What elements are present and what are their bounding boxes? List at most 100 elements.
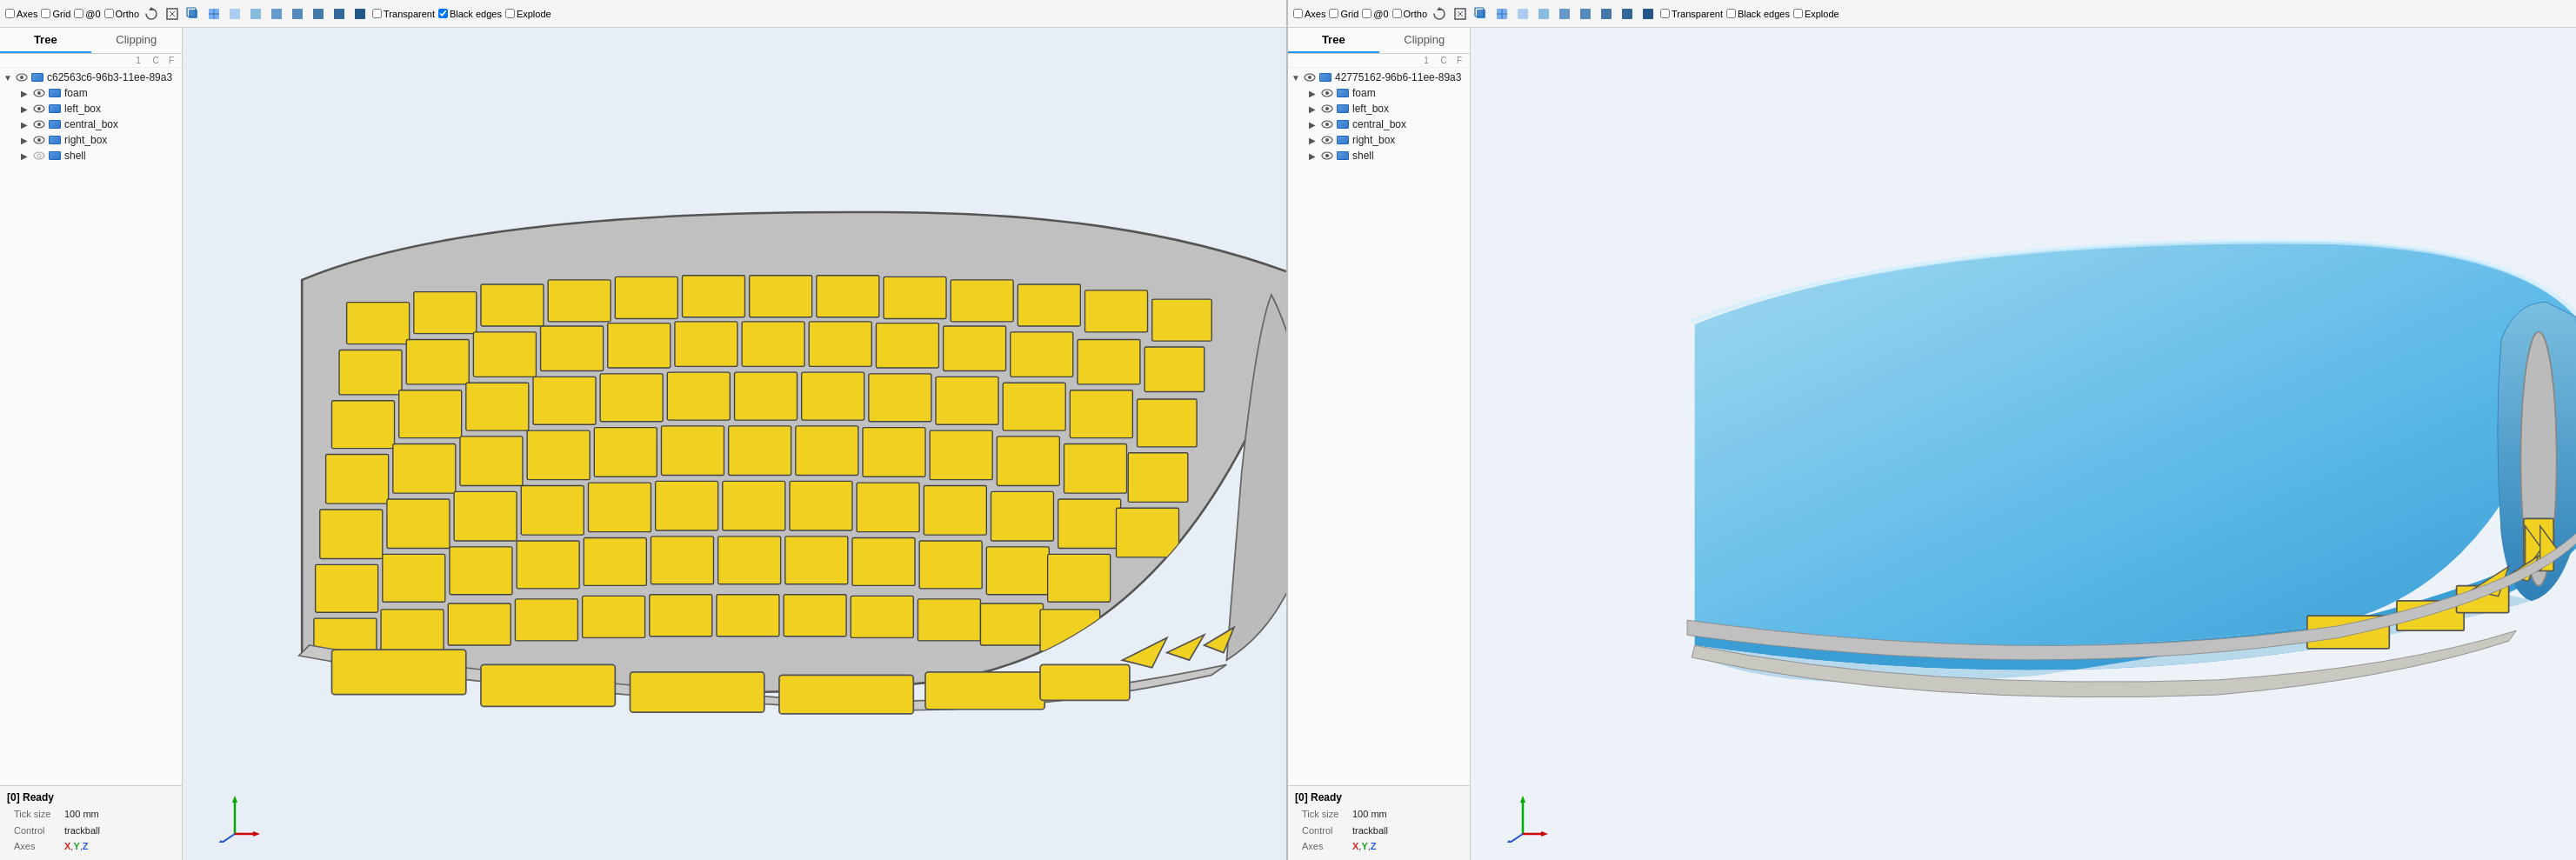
left-view1-icon[interactable] — [226, 5, 244, 23]
right-ortho-checkbox[interactable]: Ortho — [1392, 9, 1428, 19]
right-tree-root-eye-icon[interactable] — [1304, 71, 1316, 83]
left-tree-foam-expand[interactable]: ▶ — [21, 89, 31, 98]
right-tab-tree[interactable]: Tree — [1288, 28, 1379, 53]
left-tree-rightbox-expand[interactable]: ▶ — [21, 136, 31, 145]
left-grid-input[interactable] — [41, 9, 50, 18]
right-view5-icon[interactable] — [1598, 5, 1615, 23]
right-transparent-input[interactable] — [1660, 9, 1670, 18]
left-view7-icon[interactable] — [351, 5, 369, 23]
left-rotate-icon[interactable] — [143, 5, 160, 23]
left-grid-checkbox[interactable]: Grid — [41, 9, 70, 19]
right-axes-checkbox[interactable]: Axes — [1293, 9, 1325, 19]
left-fit-icon[interactable] — [164, 5, 181, 23]
right-view6-icon[interactable] — [1618, 5, 1636, 23]
svg-marker-170 — [1520, 796, 1525, 803]
right-tree-item-left-box[interactable]: ▶ left_box — [1288, 101, 1470, 117]
left-axes-input[interactable] — [5, 9, 15, 18]
right-tree-foam-eye-icon[interactable] — [1321, 87, 1333, 99]
left-tree-item-shell[interactable]: ▶ shell — [0, 148, 182, 163]
left-at0-input[interactable] — [74, 9, 83, 18]
left-tab-tree[interactable]: Tree — [0, 28, 91, 53]
right-view3-icon[interactable] — [1556, 5, 1573, 23]
right-tree-rightbox-eye-icon[interactable] — [1321, 134, 1333, 146]
right-view1-icon[interactable] — [1514, 5, 1532, 23]
left-tree-centralbox-eye-icon[interactable] — [33, 118, 45, 130]
right-tree-root[interactable]: ▼ 42775162-96b6-11ee-89a3 — [1288, 70, 1470, 85]
left-tree-centralbox-expand[interactable]: ▶ — [21, 120, 31, 130]
left-transparent-input[interactable] — [372, 9, 382, 18]
left-tree-shell-eye-icon[interactable] — [33, 150, 45, 162]
right-rotate-icon[interactable] — [1431, 5, 1448, 23]
left-explode-input[interactable] — [505, 9, 515, 18]
right-tree-rightbox-expand[interactable]: ▶ — [1309, 136, 1319, 145]
right-tree-root-expand[interactable]: ▼ — [1291, 73, 1302, 83]
left-tree-root-eye-icon[interactable] — [16, 71, 28, 83]
left-tree-root[interactable]: ▼ c62563c6-96b3-11ee-89a3 — [0, 70, 182, 85]
right-at0-checkbox[interactable]: @0 — [1362, 9, 1388, 19]
left-explode-checkbox[interactable]: Explode — [505, 9, 551, 19]
right-grid-input[interactable] — [1329, 9, 1338, 18]
right-tree-shell-expand[interactable]: ▶ — [1309, 151, 1319, 161]
right-grid-checkbox[interactable]: Grid — [1329, 9, 1358, 19]
left-tree-item-central-box[interactable]: ▶ central_box — [0, 117, 182, 132]
right-view2-icon[interactable] — [1535, 5, 1552, 23]
right-tree-item-central-box[interactable]: ▶ central_box — [1288, 117, 1470, 132]
left-tree-root-expand[interactable]: ▼ — [3, 73, 14, 83]
left-ortho-input[interactable] — [104, 9, 114, 18]
left-box3d-icon[interactable] — [184, 5, 202, 23]
left-view2-icon[interactable] — [247, 5, 264, 23]
right-tree-leftbox-eye-icon[interactable] — [1321, 103, 1333, 115]
right-axis-x: X — [1352, 839, 1358, 855]
svg-rect-71 — [594, 428, 657, 477]
left-tree-item-left-box[interactable]: ▶ left_box — [0, 101, 182, 117]
right-view4-icon[interactable] — [1577, 5, 1594, 23]
right-tree-leftbox-expand[interactable]: ▶ — [1309, 104, 1319, 114]
left-at0-checkbox[interactable]: @0 — [74, 9, 100, 19]
right-ortho-input[interactable] — [1392, 9, 1402, 18]
right-view7-icon[interactable] — [1639, 5, 1657, 23]
left-transparent-checkbox[interactable]: Transparent — [372, 9, 435, 19]
right-status-control-value: trackball — [1352, 823, 1388, 839]
right-transparent-checkbox[interactable]: Transparent — [1660, 9, 1723, 19]
left-tree-shell-shape-icon — [47, 150, 63, 162]
right-explode-checkbox[interactable]: Explode — [1793, 9, 1839, 19]
left-tree-foam-eye-icon[interactable] — [33, 87, 45, 99]
left-tree-rightbox-eye-icon[interactable] — [33, 134, 45, 146]
left-view6-icon[interactable] — [330, 5, 348, 23]
left-tree-item-foam[interactable]: ▶ foam — [0, 85, 182, 101]
left-blackedges-input[interactable] — [438, 9, 448, 18]
right-tree-item-foam[interactable]: ▶ foam — [1288, 85, 1470, 101]
right-tree-item-right-box[interactable]: ▶ right_box — [1288, 132, 1470, 148]
right-tree-foam-expand[interactable]: ▶ — [1309, 89, 1319, 98]
right-tree-item-shell[interactable]: ▶ shell — [1288, 148, 1470, 163]
right-view-front-icon[interactable] — [1493, 5, 1511, 23]
left-status-axes-row: Axes X , Y , Z — [14, 839, 175, 855]
svg-rect-114 — [918, 599, 980, 641]
right-tree-shell-eye-icon[interactable] — [1321, 150, 1333, 162]
left-tree-shell-expand[interactable]: ▶ — [21, 151, 31, 161]
right-axes-input[interactable] — [1293, 9, 1303, 18]
right-axis-y: Y — [1361, 839, 1367, 855]
right-box3d-icon[interactable] — [1472, 5, 1490, 23]
right-at0-input[interactable] — [1362, 9, 1371, 18]
left-axes-checkbox[interactable]: Axes — [5, 9, 37, 19]
left-view5-icon[interactable] — [310, 5, 327, 23]
left-tree-leftbox-expand[interactable]: ▶ — [21, 104, 31, 114]
right-tree-centralbox-eye-icon[interactable] — [1321, 118, 1333, 130]
right-viewport[interactable] — [1471, 28, 2576, 860]
left-view-front-icon[interactable] — [205, 5, 223, 23]
left-ortho-checkbox[interactable]: Ortho — [104, 9, 140, 19]
left-tree-leftbox-eye-icon[interactable] — [33, 103, 45, 115]
left-tab-clipping[interactable]: Clipping — [91, 28, 183, 53]
right-blackedges-checkbox[interactable]: Black edges — [1726, 9, 1790, 19]
left-view4-icon[interactable] — [289, 5, 306, 23]
right-tab-clipping[interactable]: Clipping — [1379, 28, 1471, 53]
right-fit-icon[interactable] — [1452, 5, 1469, 23]
left-viewport[interactable] — [183, 28, 1286, 860]
right-explode-input[interactable] — [1793, 9, 1803, 18]
left-view3-icon[interactable] — [268, 5, 285, 23]
right-blackedges-input[interactable] — [1726, 9, 1736, 18]
right-tree-centralbox-expand[interactable]: ▶ — [1309, 120, 1319, 130]
left-tree-item-right-box[interactable]: ▶ right_box — [0, 132, 182, 148]
left-blackedges-checkbox[interactable]: Black edges — [438, 9, 502, 19]
